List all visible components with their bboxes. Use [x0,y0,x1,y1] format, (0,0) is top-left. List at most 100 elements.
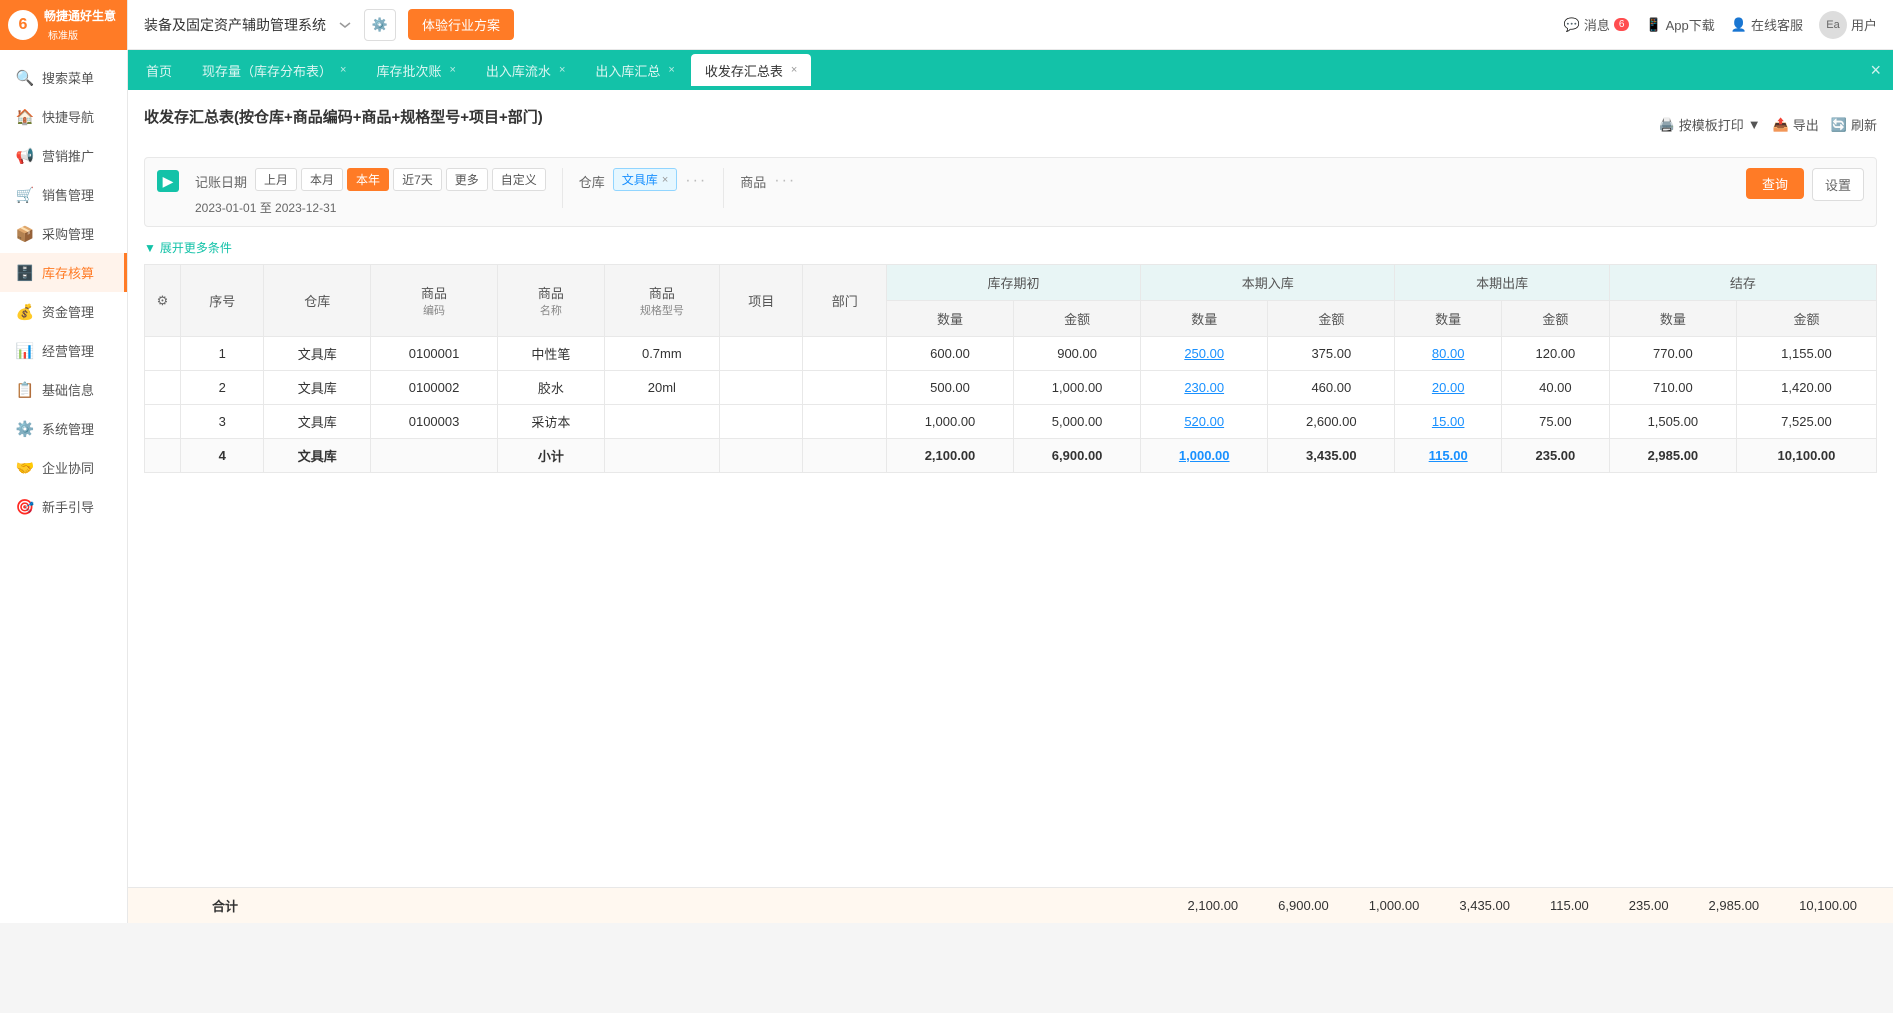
filter-settings-button[interactable]: 设置 [1812,168,1864,201]
sidebar-menu: 🔍 搜索菜单 🏠 快捷导航 📢 营销推广 🛒 销售管理 📦 采购管理 🗄️ 库存… [0,50,127,534]
tab-close-all[interactable]: × [1862,60,1889,81]
td-name: 胶水 [498,371,605,405]
td-in-qty[interactable]: 230.00 [1141,371,1268,405]
column-settings-icon[interactable]: ⚙ [157,293,169,308]
refresh-label: 刷新 [1851,115,1877,134]
system-dropdown[interactable] [338,18,352,32]
filter-collapse-button[interactable]: ▶ [157,170,179,192]
warehouse-filter-label: 仓库 [579,172,605,191]
td-bal-qty: 770.00 [1609,337,1736,371]
sidebar-label-sales: 销售管理 [42,185,94,204]
td-warehouse: 文具库 [264,371,371,405]
sidebar-item-marketing[interactable]: 📢 营销推广 [0,136,127,175]
date-range-text: 2023-01-01 至 2023-12-31 [195,199,546,216]
sidebar-label-purchase: 采购管理 [42,224,94,243]
date-btn-this-year[interactable]: 本年 [347,168,389,191]
user-avatar: Ea [1819,11,1847,39]
tab-flow-close[interactable]: × [559,64,565,76]
table-row: 3文具库0100003采访本1,000.005,000.00520.002,60… [145,405,1877,439]
td-out-qty[interactable]: 80.00 [1395,337,1502,371]
sidebar-item-search[interactable]: 🔍 搜索菜单 [0,58,127,97]
th-in-qty: 数量 [1141,301,1268,337]
app-download-button[interactable]: 📱 App下载 [1645,15,1714,34]
td-bal-amt: 7,525.00 [1736,405,1876,439]
logo-tag: 标准版 [44,26,82,43]
th-code: 商品编码 [370,265,497,337]
date-filter-label: 记账日期 [195,172,247,191]
sidebar-item-inventory[interactable]: 🗄️ 库存核算 [0,253,127,292]
refresh-button[interactable]: 🔄 刷新 [1831,115,1877,134]
expand-down-icon: ▼ [144,241,156,255]
logo-area: 6 畅捷通好生意 标准版 [0,0,127,50]
sidebar-item-purchase[interactable]: 📦 采购管理 [0,214,127,253]
td-warehouse: 文具库 [264,337,371,371]
home-icon: 🏠 [16,108,34,126]
date-btn-custom[interactable]: 自定义 [492,168,546,191]
basic-icon: 📋 [16,381,34,399]
system-title: 装备及固定资产辅助管理系统 [144,15,326,35]
tab-stock-dist-close[interactable]: × [340,64,346,76]
goods-filter-dots[interactable]: ··· [774,172,796,190]
date-btn-last-month[interactable]: 上月 [255,168,297,191]
tab-receipt-summary[interactable]: 收发存汇总表 × [691,54,811,86]
date-btn-this-month[interactable]: 本月 [301,168,343,191]
date-btn-last7[interactable]: 近7天 [393,168,442,191]
td-out-qty[interactable]: 20.00 [1395,371,1502,405]
sidebar-item-finance[interactable]: 💰 资金管理 [0,292,127,331]
td-settings [145,371,181,405]
main-content: 收发存汇总表(按仓库+商品编码+商品+规格型号+项目+部门) 🖨️ 按模板打印 … [128,90,1893,923]
sidebar-label-basic: 基础信息 [42,380,94,399]
tab-batch[interactable]: 库存批次账 × [362,54,469,86]
print-button[interactable]: 🖨️ 按模板打印 ▼ [1659,115,1761,134]
sidebar-item-operation[interactable]: 📊 经营管理 [0,331,127,370]
td-no: 2 [181,371,264,405]
tab-summary[interactable]: 出入库汇总 × [581,54,688,86]
enterprise-icon: 🤝 [16,459,34,477]
online-service-button[interactable]: 👤 在线客服 [1731,15,1803,34]
td-open-amt: 900.00 [1014,337,1141,371]
query-button[interactable]: 查询 [1746,168,1804,199]
date-btn-more[interactable]: 更多 [446,168,488,191]
sidebar-item-quick-nav[interactable]: 🏠 快捷导航 [0,97,127,136]
tab-batch-close[interactable]: × [449,64,455,76]
td-out-qty[interactable]: 115.00 [1395,439,1502,473]
topbar-left: 装备及固定资产辅助管理系统 ⚙️ 体验行业方案 [144,9,514,41]
td-project [720,337,803,371]
warehouse-filter-dots[interactable]: ··· [685,172,707,190]
message-button[interactable]: 💬 消息 6 [1564,15,1630,34]
sidebar-item-basic[interactable]: 📋 基础信息 [0,370,127,409]
sidebar-item-system[interactable]: ⚙️ 系统管理 [0,409,127,448]
experience-button[interactable]: 体验行业方案 [408,9,514,40]
filter-section: 记账日期 上月 本月 本年 近7天 更多 自定义 2023-01-01 至 20… [195,168,1730,216]
td-open-amt: 1,000.00 [1014,371,1141,405]
td-in-qty[interactable]: 250.00 [1141,337,1268,371]
sidebar-item-enterprise[interactable]: 🤝 企业协同 [0,448,127,487]
td-project [720,371,803,405]
sidebar-label-quick-nav: 快捷导航 [42,107,94,126]
tab-receipt-summary-close[interactable]: × [791,64,797,76]
td-code [370,439,497,473]
tab-flow[interactable]: 出入库流水 × [472,54,579,86]
th-settings: ⚙ [145,265,181,337]
td-in-qty[interactable]: 520.00 [1141,405,1268,439]
td-in-qty[interactable]: 1,000.00 [1141,439,1268,473]
td-out-qty[interactable]: 15.00 [1395,405,1502,439]
logo-icon: 6 [8,10,38,40]
app-label: App下载 [1666,15,1715,34]
expand-more-button[interactable]: ▼ 展开更多条件 [144,239,1877,256]
tab-summary-close[interactable]: × [668,64,674,76]
tab-home[interactable]: 首页 [132,54,186,86]
td-code: 0100002 [370,371,497,405]
th-out-amt: 金额 [1501,301,1609,337]
tab-stock-dist[interactable]: 现存量（库存分布表） × [188,54,360,86]
sidebar-label-enterprise: 企业协同 [42,458,94,477]
warehouse-tag-close[interactable]: × [662,174,668,186]
export-button[interactable]: 📤 导出 [1773,115,1819,134]
gear-button[interactable]: ⚙️ [364,9,396,41]
sidebar-item-sales[interactable]: 🛒 销售管理 [0,175,127,214]
user-label: 用户 [1851,15,1877,34]
td-bal-amt: 1,420.00 [1736,371,1876,405]
system-icon: ⚙️ [16,420,34,438]
sidebar-item-guide[interactable]: 🎯 新手引导 [0,487,127,526]
user-menu-button[interactable]: Ea 用户 [1819,11,1877,39]
